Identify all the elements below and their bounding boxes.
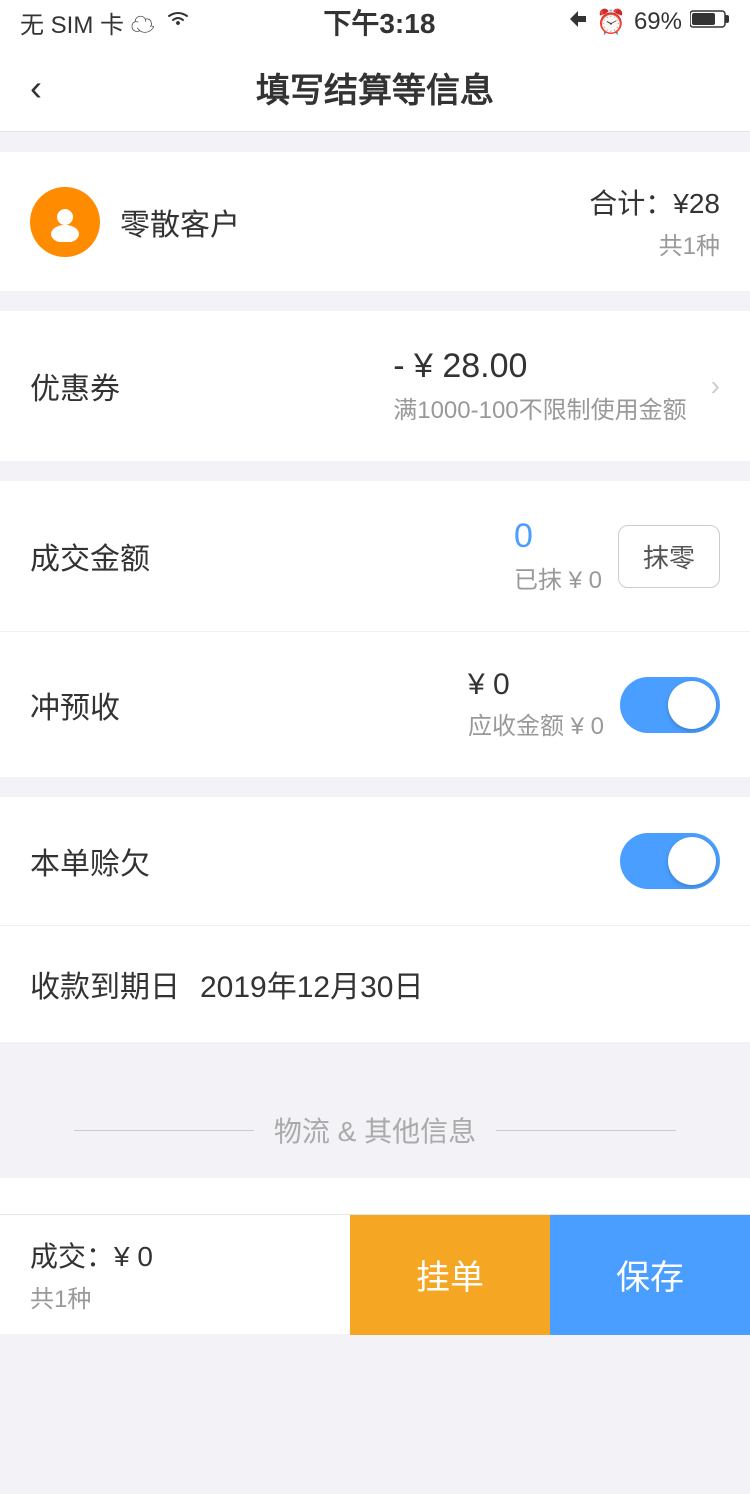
deal-amount-value: 0 bbox=[514, 517, 602, 556]
coupon-section: 优惠券 - ¥ 28.00 满1000-100不限制使用金额 › bbox=[0, 311, 750, 461]
divider-2 bbox=[0, 461, 750, 481]
divider-4 bbox=[0, 1042, 750, 1062]
credit-section: 本单赊欠 收款到期日 2019年12月30日 bbox=[0, 797, 750, 1042]
status-bar: 无 SIM 卡 ☁ 下午3:18 ⏰ 69% bbox=[0, 0, 750, 44]
logistics-section: 物流 & 其他信息 bbox=[0, 1082, 750, 1178]
customer-total: 合计：¥28 bbox=[589, 182, 720, 222]
bottom-count: 共1种 bbox=[30, 1279, 320, 1314]
toggle-knob bbox=[668, 681, 716, 729]
logistics-line-right bbox=[496, 1130, 676, 1131]
customer-name: 零散客户 bbox=[120, 200, 240, 244]
prepay-right: ¥ 0 应收金额 ¥ 0 bbox=[468, 668, 720, 741]
credit-toggle-knob bbox=[668, 837, 716, 885]
location-icon bbox=[568, 8, 588, 36]
wifi-icon bbox=[165, 8, 191, 36]
status-right: ⏰ 69% bbox=[568, 8, 730, 37]
coupon-discount: - ¥ 28.00 bbox=[393, 347, 686, 386]
divider-3 bbox=[0, 777, 750, 797]
deal-amount-right: 0 已抹 ¥ 0 抹零 bbox=[514, 517, 720, 595]
due-date-row: 收款到期日 2019年12月30日 bbox=[0, 925, 750, 1042]
coupon-row[interactable]: 优惠券 - ¥ 28.00 满1000-100不限制使用金额 › bbox=[0, 311, 750, 461]
customer-avatar bbox=[30, 187, 100, 257]
page-title: 填写结算等信息 bbox=[256, 63, 494, 112]
due-date-label: 收款到期日 bbox=[30, 962, 180, 1006]
status-left: 无 SIM 卡 ☁ bbox=[20, 5, 191, 40]
bottom-info: 成交：¥ 0 共1种 bbox=[0, 1235, 350, 1314]
customer-count: 共1种 bbox=[589, 226, 720, 261]
prepay-toggle[interactable] bbox=[620, 677, 720, 733]
bottom-deal: 成交：¥ 0 bbox=[30, 1235, 320, 1275]
save-button[interactable]: 保存 bbox=[550, 1215, 750, 1335]
coupon-arrow-icon: › bbox=[711, 370, 720, 402]
battery-label: 69% bbox=[634, 8, 682, 36]
status-time: 下午3:18 bbox=[323, 2, 435, 42]
already-deducted: 已抹 ¥ 0 bbox=[514, 560, 602, 595]
logistics-divider: 物流 & 其他信息 bbox=[0, 1110, 750, 1150]
divider-1 bbox=[0, 291, 750, 311]
prepay-label: 冲预收 bbox=[30, 683, 120, 727]
alarm-icon: ⏰ bbox=[596, 8, 626, 37]
transaction-section: 成交金额 0 已抹 ¥ 0 抹零 冲预收 ¥ 0 应收金额 ¥ 0 bbox=[0, 481, 750, 777]
coupon-label: 优惠券 bbox=[30, 364, 120, 408]
hold-button[interactable]: 挂单 bbox=[350, 1215, 550, 1335]
prepay-sub: 应收金额 ¥ 0 bbox=[468, 706, 604, 741]
coupon-right: - ¥ 28.00 满1000-100不限制使用金额 › bbox=[393, 347, 720, 425]
deal-amount-label: 成交金额 bbox=[30, 534, 150, 578]
prepay-value: ¥ 0 bbox=[468, 668, 604, 702]
credit-row: 本单赊欠 bbox=[0, 797, 750, 925]
credit-toggle[interactable] bbox=[620, 833, 720, 889]
bottom-deal-label: 成交： bbox=[30, 1241, 114, 1272]
bottom-deal-value: ¥ 0 bbox=[114, 1241, 153, 1272]
round-button[interactable]: 抹零 bbox=[618, 525, 720, 588]
bottom-bar: 成交：¥ 0 共1种 挂单 保存 bbox=[0, 1214, 750, 1334]
due-date-value: 2019年12月30日 bbox=[200, 962, 423, 1006]
coupon-sub: 满1000-100不限制使用金额 bbox=[393, 390, 686, 425]
customer-section: 零散客户 合计：¥28 共1种 bbox=[0, 152, 750, 291]
deal-amount-row: 成交金额 0 已抹 ¥ 0 抹零 bbox=[0, 481, 750, 632]
credit-label: 本单赊欠 bbox=[30, 839, 150, 883]
logistics-line-left bbox=[74, 1130, 254, 1131]
back-button[interactable]: ‹ bbox=[30, 67, 42, 109]
battery-icon bbox=[690, 8, 730, 36]
prepay-row: 冲预收 ¥ 0 应收金额 ¥ 0 bbox=[0, 632, 750, 777]
customer-total-block: 合计：¥28 共1种 bbox=[589, 182, 720, 261]
sim-label: 无 SIM 卡 ☁ bbox=[20, 5, 155, 40]
logistics-label: 物流 & 其他信息 bbox=[274, 1110, 476, 1150]
customer-info: 零散客户 bbox=[30, 187, 240, 257]
nav-bar: ‹ 填写结算等信息 bbox=[0, 44, 750, 132]
